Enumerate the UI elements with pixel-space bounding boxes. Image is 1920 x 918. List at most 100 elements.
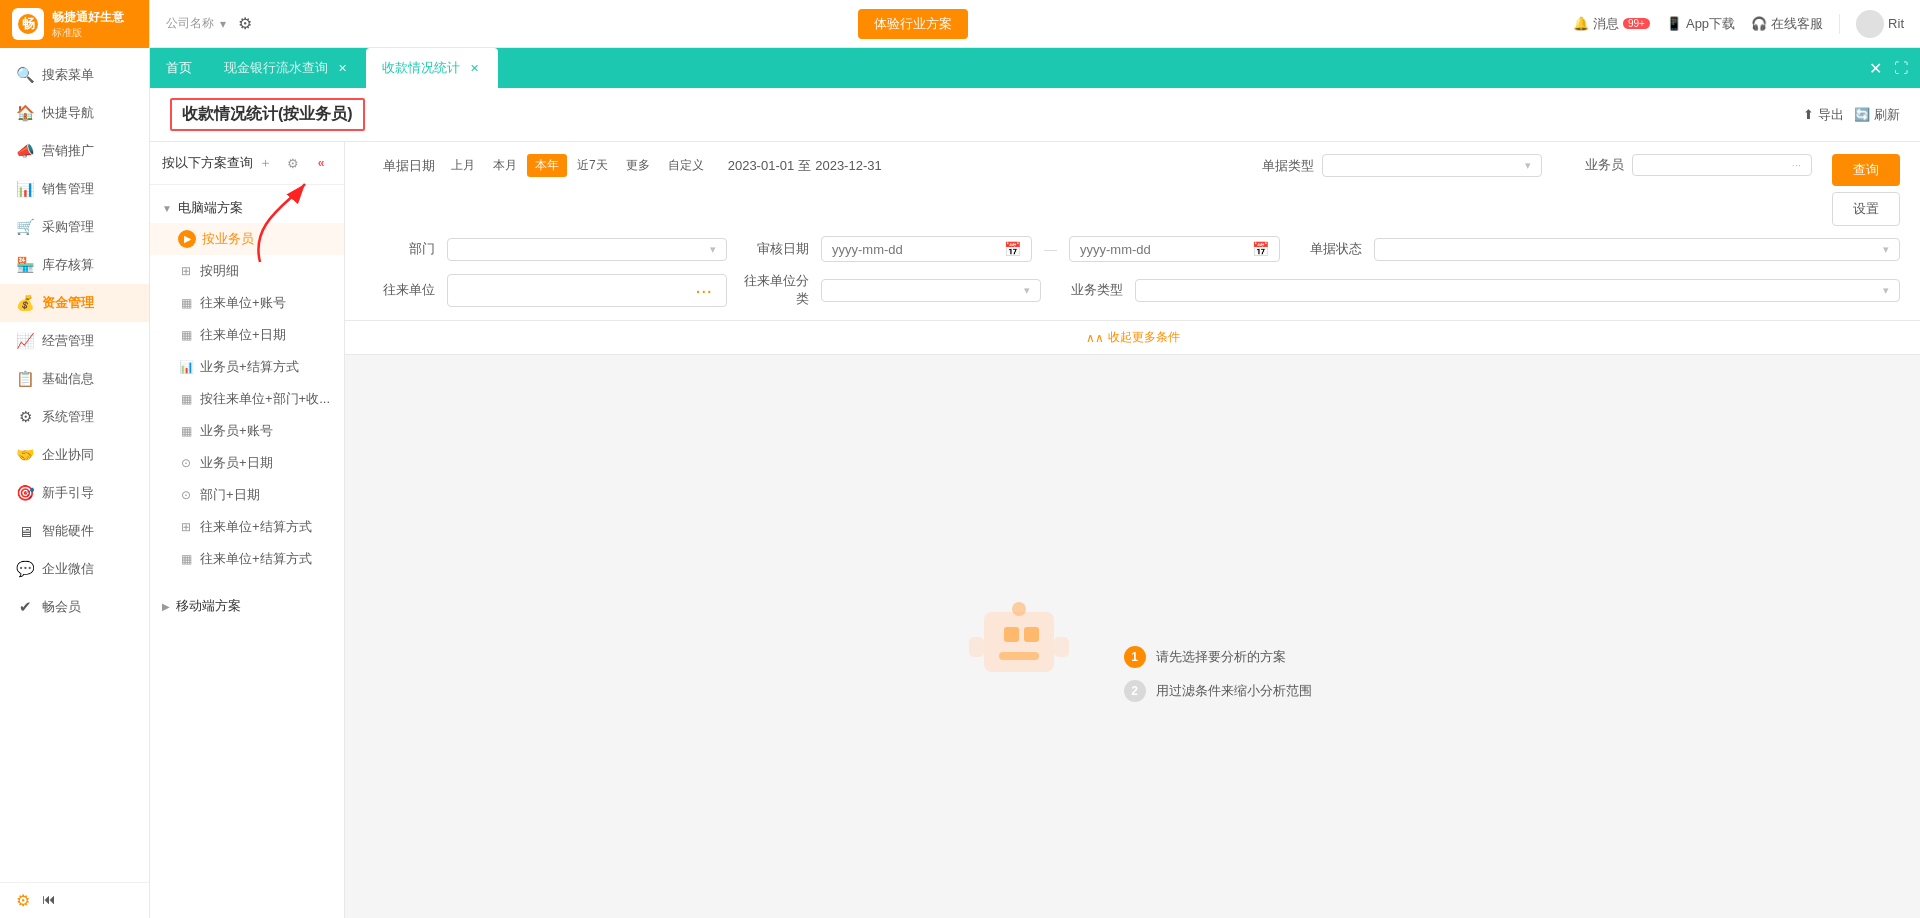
svg-rect-8 (969, 637, 984, 657)
expand-tabs-icon[interactable]: ⛶ (1894, 60, 1908, 76)
sidebar-item-basic-info[interactable]: 📋 基础信息 (0, 360, 149, 398)
divider (1839, 14, 1840, 34)
refresh-button[interactable]: 🔄 刷新 (1854, 106, 1900, 124)
scheme-item-partner-date[interactable]: ▦ 往来单位+日期 (150, 319, 344, 351)
biz-type-select[interactable]: ▾ (1135, 279, 1900, 302)
collapse-filter-bar[interactable]: ∧∧ 收起更多条件 (345, 321, 1920, 355)
scheme-item-partner-dept[interactable]: ▦ 按往来单位+部门+收... (150, 383, 344, 415)
scheme-item-salesman-account[interactable]: ▦ 业务员+账号 (150, 415, 344, 447)
scheme-item-partner-settlement2[interactable]: ▦ 往来单位+结算方式 (150, 543, 344, 575)
page-header: 收款情况统计(按业务员) ⬆ 导出 🔄 刷新 (150, 88, 1920, 142)
partner-category-select[interactable]: ▾ (821, 279, 1041, 302)
biz-type-label: 业务类型 (1053, 281, 1123, 299)
tab-home[interactable]: 首页 (150, 48, 208, 88)
scheme-item-salesman-settlement[interactable]: 📊 业务员+结算方式 (150, 351, 344, 383)
scheme-settings-icon[interactable]: ⚙ (282, 152, 304, 174)
sidebar: 畅 畅捷通好生意 标准版 🔍 搜索菜单 🏠 快捷导航 📣 营销推广 📊 (0, 0, 150, 918)
partner-label: 往来单位 (365, 281, 435, 299)
sidebar-item-vip[interactable]: ✔ 畅会员 (0, 588, 149, 626)
audit-date-to-input[interactable]: 📅 (1069, 236, 1280, 262)
doc-status-label: 单据状态 (1292, 240, 1362, 258)
online-service-button[interactable]: 🎧 在线客服 (1751, 15, 1823, 33)
topbar-settings-icon[interactable]: ⚙ (238, 14, 252, 33)
tab-close-bank-flow[interactable]: ✕ (334, 60, 350, 76)
download-icon: 📱 (1666, 16, 1682, 31)
right-content: 单据日期 上月 本月 本年 近7天 更多 自定义 (345, 142, 1920, 918)
main-area: 公司名称 ▾ ⚙ 体验行业方案 🔔 消息 99+ 📱 App下载 (150, 0, 1920, 918)
audit-date-from-input[interactable]: 📅 (821, 236, 1032, 262)
scheme-item-by-salesman[interactable]: ▶ 按业务员 (150, 223, 344, 255)
doc-type-label: 单据类型 (1244, 157, 1314, 175)
mobile-group-label: 移动端方案 (176, 597, 241, 615)
scheme-item-dept-date[interactable]: ⊙ 部门+日期 (150, 479, 344, 511)
scheme-item-partner-settlement1[interactable]: ⊞ 往来单位+结算方式 (150, 511, 344, 543)
audit-date-label: 审核日期 (739, 240, 809, 258)
home-icon: 🏠 (16, 104, 34, 122)
doc-type-select[interactable]: ▾ (1322, 154, 1542, 177)
sidebar-item-search[interactable]: 🔍 搜索菜单 (0, 56, 149, 94)
filter-settings-button[interactable]: 设置 (1832, 192, 1900, 226)
logo-icon: 畅 (12, 8, 44, 40)
doc-status-select[interactable]: ▾ (1374, 238, 1900, 261)
scheme-experience-button[interactable]: 体验行业方案 (858, 9, 968, 39)
sidebar-item-sales[interactable]: 📊 销售管理 (0, 170, 149, 208)
partner-date-icon: ▦ (178, 327, 194, 343)
salesman-select[interactable]: ··· (1632, 154, 1812, 176)
date-preset-7days[interactable]: 近7天 (569, 154, 616, 177)
settings-footer-icon[interactable]: ⚙ (16, 891, 30, 910)
app-download-button[interactable]: 📱 App下载 (1666, 15, 1735, 33)
doc-status-arrow-icon: ▾ (1883, 243, 1889, 256)
sidebar-item-system[interactable]: ⚙ 系统管理 (0, 398, 149, 436)
step-text-1: 请先选择要分析的方案 (1156, 648, 1286, 666)
salesman-active-icon: ▶ (178, 230, 196, 248)
tabbar: 首页 现金银行流水查询 ✕ 收款情况统计 ✕ ✕ ⛶ (150, 48, 1920, 88)
left-panel-title: 按以下方案查询 (162, 154, 253, 172)
export-button[interactable]: ⬆ 导出 (1803, 106, 1844, 124)
empty-state-area: 1 请先选择要分析的方案 2 用过滤条件来缩小分析范围 (345, 355, 1920, 918)
left-panel-header: 按以下方案查询 ＋ ⚙ « (150, 142, 344, 185)
sidebar-item-newbie[interactable]: 🎯 新手引导 (0, 474, 149, 512)
sidebar-item-wechat[interactable]: 💬 企业微信 (0, 550, 149, 588)
date-preset-more[interactable]: 更多 (618, 154, 658, 177)
date-preset-last-month[interactable]: 上月 (443, 154, 483, 177)
add-scheme-icon[interactable]: ＋ (254, 152, 276, 174)
sidebar-item-shortcut[interactable]: 🏠 快捷导航 (0, 94, 149, 132)
date-preset-custom[interactable]: 自定义 (660, 154, 712, 177)
scheme-group-mobile-header[interactable]: ▶ 移动端方案 (150, 591, 344, 621)
finance-icon: 💰 (16, 294, 34, 312)
sidebar-item-smart-hw[interactable]: 🖥 智能硬件 (0, 512, 149, 550)
scheme-item-partner-account[interactable]: ▦ 往来单位+账号 (150, 287, 344, 319)
close-all-tabs-icon[interactable]: ✕ (1869, 59, 1882, 78)
date-preset-this-year[interactable]: 本年 (527, 154, 567, 177)
collapse-sidebar-icon[interactable]: ⏮ (42, 891, 56, 910)
sidebar-item-finance[interactable]: 💰 资金管理 (0, 284, 149, 322)
query-button[interactable]: 查询 (1832, 154, 1900, 186)
sidebar-item-marketing[interactable]: 📣 营销推广 (0, 132, 149, 170)
date-preset-this-month[interactable]: 本月 (485, 154, 525, 177)
tab-receipts-stats[interactable]: 收款情况统计 ✕ (366, 48, 498, 88)
tab-close-receipts-stats[interactable]: ✕ (466, 60, 482, 76)
sidebar-item-purchase[interactable]: 🛒 采购管理 (0, 208, 149, 246)
page-actions: ⬆ 导出 🔄 刷新 (1803, 106, 1900, 124)
collapse-panel-icon[interactable]: « (310, 152, 332, 174)
sidebar-item-enterprise[interactable]: 🤝 企业协同 (0, 436, 149, 474)
sidebar-item-inventory[interactable]: 🏪 库存核算 (0, 246, 149, 284)
logo-text: 畅捷通好生意 标准版 (52, 9, 124, 40)
messages-button[interactable]: 🔔 消息 99+ (1573, 15, 1650, 33)
scheme-group-desktop-header[interactable]: ▼ 电脑端方案 (150, 193, 344, 223)
user-profile[interactable]: Rit (1856, 10, 1904, 38)
svg-rect-4 (1004, 627, 1019, 642)
hardware-icon: 🖥 (16, 522, 34, 540)
enterprise-icon: 🤝 (16, 446, 34, 464)
dept-select[interactable]: ▾ (447, 238, 727, 261)
group-expand-arrow: ▼ (162, 203, 172, 214)
partner-select[interactable]: ··· (447, 274, 727, 307)
tab-bank-flow[interactable]: 现金银行流水查询 ✕ (208, 48, 366, 88)
scheme-item-salesman-date[interactable]: ⊙ 业务员+日期 (150, 447, 344, 479)
scheme-item-by-detail[interactable]: ⊞ 按明细 (150, 255, 344, 287)
tabbar-right-controls: ✕ ⛶ (1869, 59, 1920, 78)
sidebar-footer: ⚙ ⏮ (0, 882, 149, 918)
wechat-icon: 💬 (16, 560, 34, 578)
sidebar-item-operations[interactable]: 📈 经营管理 (0, 322, 149, 360)
date-separator: — (1044, 242, 1057, 257)
